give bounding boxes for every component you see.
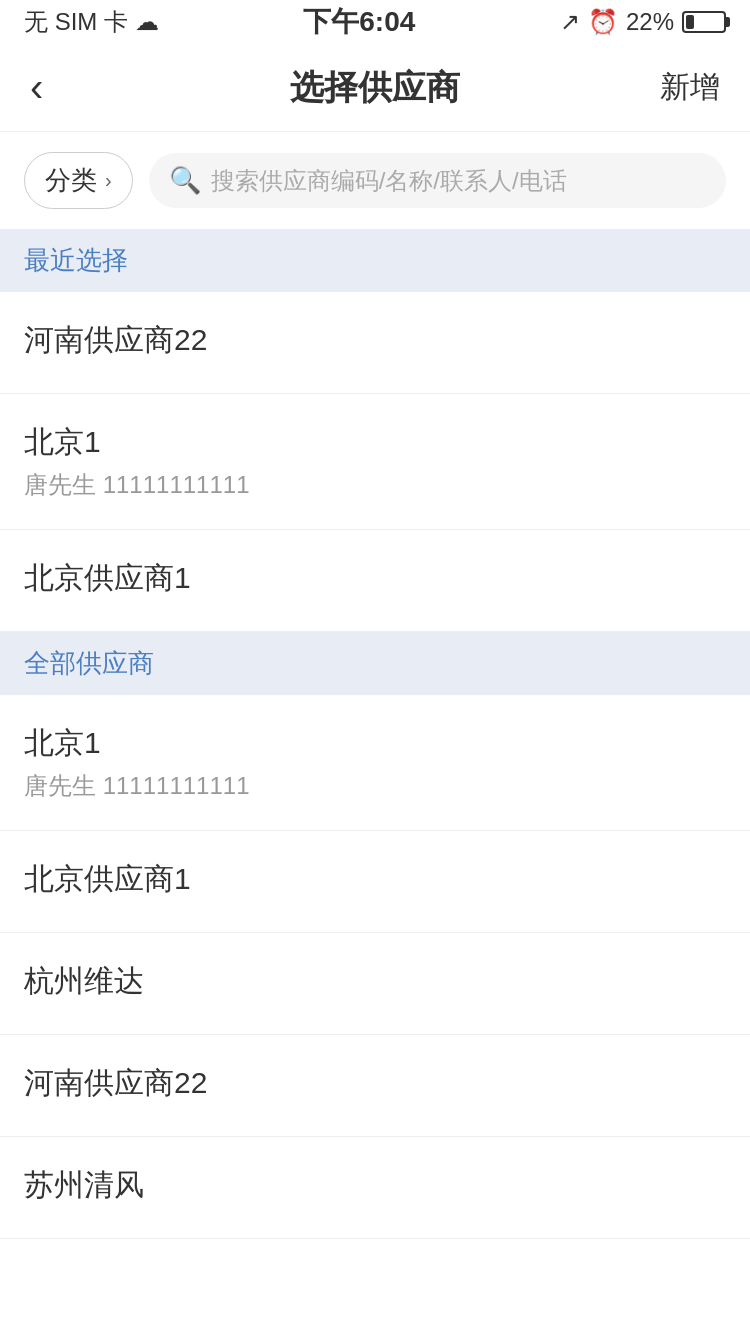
item-name: 杭州维达 [24, 961, 726, 1002]
battery-icon [682, 11, 726, 33]
category-label: 分类 [45, 163, 97, 198]
add-button[interactable]: 新增 [660, 67, 720, 108]
item-name: 河南供应商22 [24, 320, 726, 361]
recent-list: 河南供应商22 北京1 唐先生 11111111111 北京供应商1 [0, 292, 750, 632]
sim-status: 无 SIM 卡 ☁ [24, 6, 159, 38]
status-time: 下午6:04 [303, 3, 415, 41]
item-name: 北京供应商1 [24, 558, 726, 599]
chevron-right-icon: › [105, 169, 112, 192]
list-item[interactable]: 苏州清风 [0, 1137, 750, 1239]
item-name: 北京1 [24, 422, 726, 463]
page-title: 选择供应商 [290, 65, 460, 111]
search-icon: 🔍 [169, 165, 201, 196]
item-contact: 唐先生 11111111111 [24, 770, 726, 802]
item-name: 河南供应商22 [24, 1063, 726, 1104]
alarm-icon: ⏰ [588, 8, 618, 36]
all-list: 北京1 唐先生 11111111111 北京供应商1 杭州维达河南供应商22 苏州清风 [0, 695, 750, 1239]
list-item[interactable]: 杭州维达 [0, 933, 750, 1035]
filter-bar: 分类 › 🔍 [0, 132, 750, 229]
list-item[interactable]: 北京供应商1 [0, 831, 750, 933]
all-section-header: 全部供应商 [0, 632, 750, 695]
battery-percent: 22% [626, 8, 674, 36]
nav-bar: ‹ 选择供应商 新增 [0, 44, 750, 132]
list-item[interactable]: 北京供应商1 [0, 530, 750, 632]
item-contact: 唐先生 11111111111 [24, 469, 726, 501]
category-button[interactable]: 分类 › [24, 152, 133, 209]
list-item[interactable]: 河南供应商22 [0, 292, 750, 394]
list-item[interactable]: 河南供应商22 [0, 1035, 750, 1137]
list-item[interactable]: 北京1 唐先生 11111111111 [0, 695, 750, 831]
item-name: 苏州清风 [24, 1165, 726, 1206]
recent-section-header: 最近选择 [0, 229, 750, 292]
status-right: ↗ ⏰ 22% [560, 8, 726, 36]
item-name: 北京供应商1 [24, 859, 726, 900]
list-item[interactable]: 北京1 唐先生 11111111111 [0, 394, 750, 530]
location-icon: ↗ [560, 8, 580, 36]
back-button[interactable]: ‹ [30, 65, 90, 110]
search-bar: 🔍 [149, 153, 726, 208]
search-input[interactable] [211, 167, 706, 195]
item-name: 北京1 [24, 723, 726, 764]
status-bar: 无 SIM 卡 ☁ 下午6:04 ↗ ⏰ 22% [0, 0, 750, 44]
status-left: 无 SIM 卡 ☁ [24, 6, 159, 38]
